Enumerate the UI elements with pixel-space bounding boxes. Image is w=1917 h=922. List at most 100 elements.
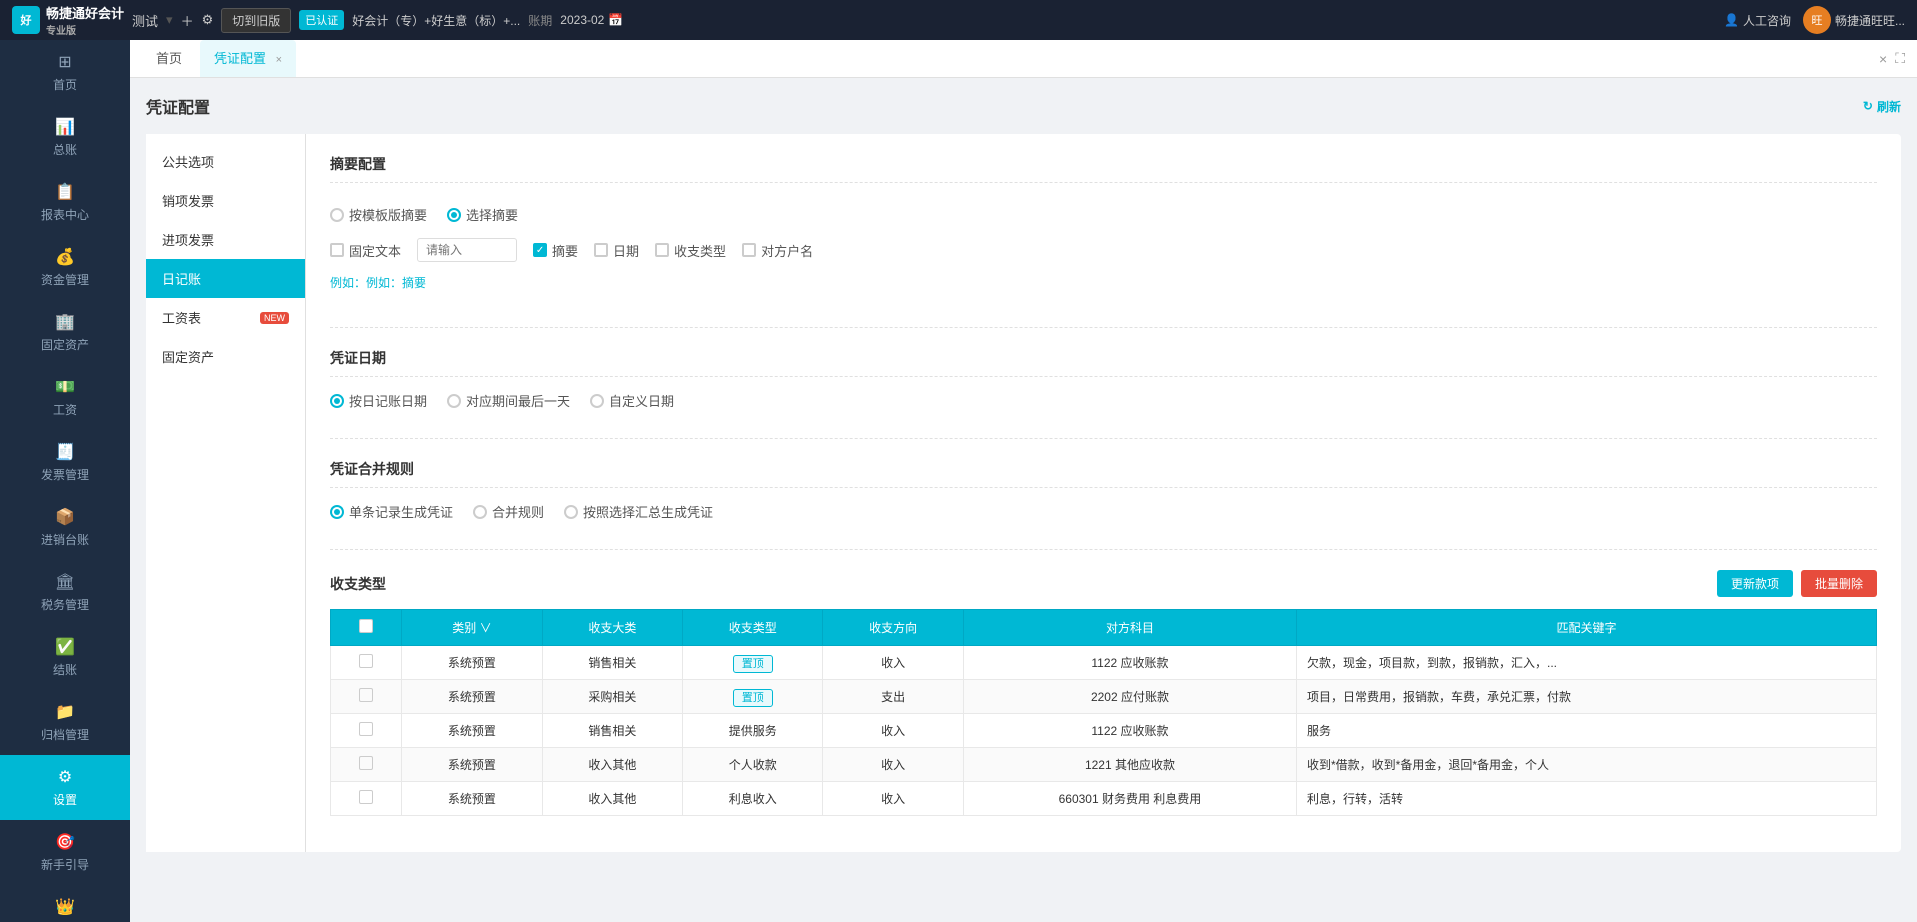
nav-item-fixed-assets[interactable]: 固定资产 [146, 337, 305, 376]
sidebar-item-home[interactable]: ⊞ 首页 [0, 40, 130, 105]
header-checkbox[interactable] [359, 619, 373, 633]
radio-template-summary[interactable]: 按模板版摘要 [330, 205, 427, 224]
fixed-text-input[interactable] [417, 238, 517, 262]
content-area: 首页 凭证配置 × × ⛶ 凭证配置 ↻ 刷新 [130, 40, 1917, 922]
switch-version-button[interactable]: 切到旧版 [221, 8, 291, 33]
archive-icon: 📁 [55, 702, 75, 722]
panel-layout: 公共选项 销项发票 进项发票 日记账 工资表 NEW [146, 134, 1901, 852]
cell-category: 系统预置 [402, 714, 542, 748]
cell-sub-type: 提供服务 [683, 714, 823, 748]
col-category: 类别 ∨ [402, 610, 542, 646]
sidebar-item-label: 结账 [53, 661, 77, 678]
table-row: 系统预置收入其他利息收入收入660301 财务费用 利息费用利息，行转，活转 [331, 782, 1877, 816]
sidebar-item-ledger[interactable]: 📊 总账 [0, 105, 130, 170]
row-checkbox[interactable] [359, 756, 373, 770]
sidebar-item-reports[interactable]: 📋 报表中心 [0, 170, 130, 235]
update-items-button[interactable]: 更新款项 [1717, 570, 1793, 597]
radio-custom-date[interactable]: 自定义日期 [590, 391, 674, 410]
row-checkbox[interactable] [359, 688, 373, 702]
cell-main-type: 销售相关 [542, 714, 682, 748]
checkbox-box-date [594, 243, 608, 257]
radio-journal-date[interactable]: 按日记账日期 [330, 391, 427, 410]
summary-section: 摘要配置 按模板版摘要 选择摘要 [330, 154, 1877, 299]
nav-item-sales-invoice[interactable]: 销项发票 [146, 181, 305, 220]
sidebar-item-sales[interactable]: 📦 进销台账 [0, 495, 130, 560]
radio-select-summary[interactable]: 选择摘要 [447, 205, 518, 224]
sidebar-item-close[interactable]: ✅ 结账 [0, 625, 130, 690]
cell-main-type: 采购相关 [542, 680, 682, 714]
radio-circle-merge [473, 505, 487, 519]
separator-1 [330, 327, 1877, 328]
row-checkbox[interactable] [359, 654, 373, 668]
col-subject: 对方科目 [963, 610, 1296, 646]
sidebar-item-label: 进销台账 [41, 531, 89, 548]
refresh-button[interactable]: ↻ 刷新 [1863, 98, 1901, 115]
sidebar-item-finance[interactable]: 💰 资金管理 [0, 235, 130, 300]
col-checkbox[interactable] [331, 610, 402, 646]
checkbox-date[interactable]: 日期 [594, 241, 639, 260]
member-icon: 👑 [55, 897, 75, 917]
cell-sub-type: 利息收入 [683, 782, 823, 816]
col-keywords: 匹配关键字 [1297, 610, 1877, 646]
logo-icon: 好 [12, 6, 40, 34]
batch-delete-button[interactable]: 批量删除 [1801, 570, 1877, 597]
radio-period-last-day[interactable]: 对应期间最后一天 [447, 391, 570, 410]
checkbox-counterparty[interactable]: 对方户名 [742, 241, 813, 260]
sidebar-item-guide[interactable]: 🎯 新手引导 [0, 820, 130, 885]
sidebar-item-label: 资金管理 [41, 271, 89, 288]
cell-keywords: 利息，行转，活转 [1297, 782, 1877, 816]
tab-fullscreen-button[interactable]: ⛶ [1895, 50, 1905, 67]
tab-bar: 首页 凭证配置 × × ⛶ [130, 40, 1917, 78]
cell-subject: 1221 其他应收款 [963, 748, 1296, 782]
checkbox-summary[interactable]: ✓ 摘要 [533, 241, 578, 260]
sidebar-item-assets[interactable]: 🏢 固定资产 [0, 300, 130, 365]
radio-merge-rule[interactable]: 合并规则 [473, 502, 544, 521]
radio-summary-generate[interactable]: 按照选择汇总生成凭证 [564, 502, 713, 521]
calendar-icon[interactable]: 📅 [608, 13, 623, 27]
tab-home[interactable]: 首页 [142, 40, 196, 77]
merge-rule-section: 凭证合并规则 单条记录生成凭证 合并规则 [330, 459, 1877, 521]
cell-direction: 收入 [823, 714, 963, 748]
user-item[interactable]: 旺 畅捷通旺旺... [1803, 6, 1905, 34]
nav-item-purchase-invoice[interactable]: 进项发票 [146, 220, 305, 259]
add-icon[interactable]: ＋ [181, 11, 194, 30]
tags-text: 好会计（专）+好生意（标）+... [352, 12, 520, 29]
cell-main-type: 销售相关 [542, 646, 682, 680]
tab-close-button[interactable]: × [1879, 50, 1887, 67]
sales-icon: 📦 [55, 507, 75, 527]
nav-item-payroll[interactable]: 工资表 NEW [146, 298, 305, 337]
sidebar-item-settings[interactable]: ⚙ 设置 [0, 755, 130, 820]
voucher-date-section: 凭证日期 按日记账日期 对应期间最后一天 [330, 348, 1877, 410]
separator-3 [330, 549, 1877, 550]
reports-icon: 📋 [55, 182, 75, 202]
left-nav: 公共选项 销项发票 进项发票 日记账 工资表 NEW [146, 134, 306, 852]
sidebar-item-invoice[interactable]: 🧾 发票管理 [0, 430, 130, 495]
tab-close-icon[interactable]: × [276, 54, 282, 66]
cell-subject: 660301 财务费用 利息费用 [963, 782, 1296, 816]
row-checkbox[interactable] [359, 722, 373, 736]
sidebar-item-member[interactable]: 👑 畅会员 [0, 885, 130, 922]
settings-icon[interactable]: ⚙ [202, 12, 214, 28]
sidebar-item-salary[interactable]: 💵 工资 [0, 365, 130, 430]
logo-text-sub: 专业版 [46, 22, 124, 37]
tab-voucher-config[interactable]: 凭证配置 × [200, 40, 296, 77]
checkbox-type[interactable]: 收支类型 [655, 241, 726, 260]
sidebar-item-label: 首页 [53, 76, 77, 93]
row-checkbox[interactable] [359, 790, 373, 804]
nav-item-journal[interactable]: 日记账 [146, 259, 305, 298]
refresh-icon: ↻ [1863, 99, 1873, 113]
sidebar: ⊞ 首页 📊 总账 📋 报表中心 💰 资金管理 🏢 固定资产 💵 工资 🧾 发票… [0, 40, 130, 922]
checkbox-fixed-text[interactable]: 固定文本 [330, 241, 401, 260]
top-tag[interactable]: 置顶 [733, 655, 773, 673]
support-item[interactable]: 👤 人工咨询 [1724, 12, 1791, 29]
sidebar-item-archive[interactable]: 📁 归档管理 [0, 690, 130, 755]
col-direction: 收支方向 [823, 610, 963, 646]
sidebar-item-tax[interactable]: 🏛 税务管理 [0, 560, 130, 625]
top-actions: ＋ ⚙ 切到旧版 已认证 好会计（专）+好生意（标）+... 账期 2023-0… [181, 8, 624, 33]
nav-item-public[interactable]: 公共选项 [146, 142, 305, 181]
example-text: 例如：例如：摘要 [330, 274, 1877, 291]
table-row: 系统预置销售相关置顶收入1122 应收账款欠款，现金，项目款，到款，报销款，汇入… [331, 646, 1877, 680]
income-buttons: 更新款项 批量删除 [1717, 570, 1877, 597]
radio-single-record[interactable]: 单条记录生成凭证 [330, 502, 453, 521]
top-tag[interactable]: 置顶 [733, 689, 773, 707]
